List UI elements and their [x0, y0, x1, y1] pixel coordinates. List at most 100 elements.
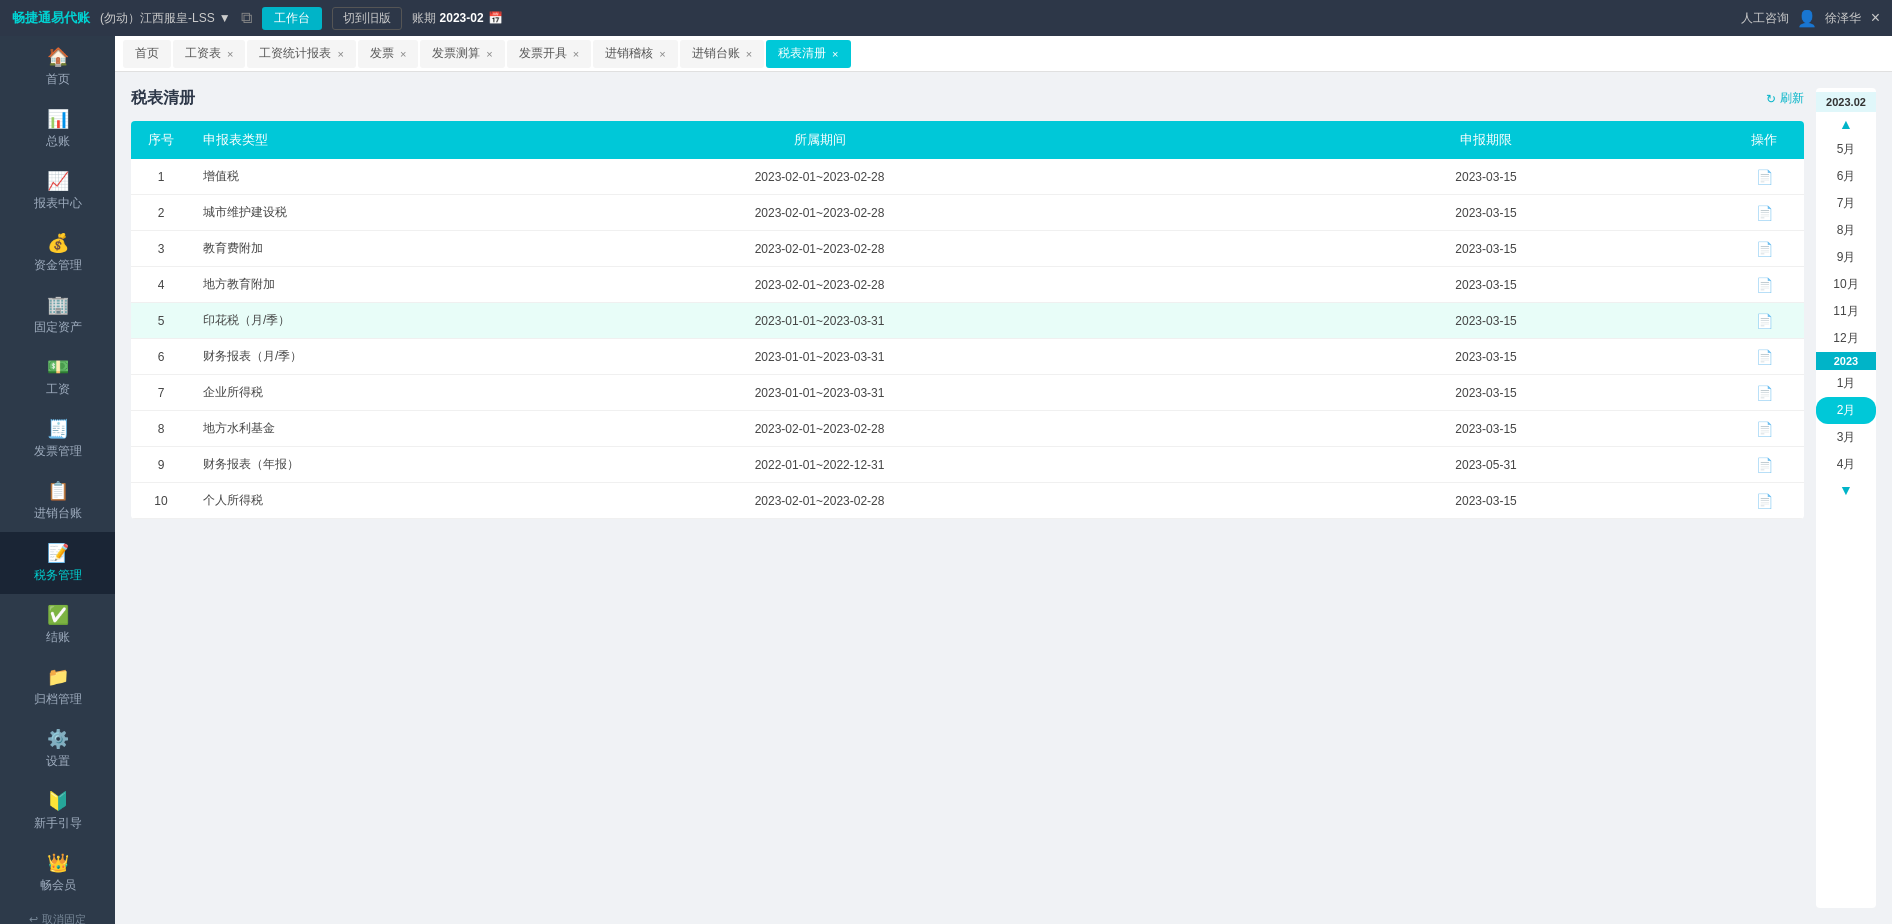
- cell-period: 2023-02-01~2023-02-28: [391, 195, 1248, 231]
- invoice-icon: 🧾: [47, 418, 69, 440]
- sidebar-item-purchase[interactable]: 📋 进销台账: [0, 470, 115, 532]
- cell-period: 2023-02-01~2023-02-28: [391, 159, 1248, 195]
- month-4[interactable]: 4月: [1816, 451, 1876, 478]
- sidebar-item-checkout[interactable]: ✅ 结账: [0, 594, 115, 656]
- cell-action[interactable]: 📄: [1724, 195, 1804, 231]
- cell-action[interactable]: 📄: [1724, 375, 1804, 411]
- sidebar-label-salary: 工资: [46, 381, 70, 398]
- sidebar-item-salary[interactable]: 💵 工资: [0, 346, 115, 408]
- workbench-button[interactable]: 工作台: [262, 7, 322, 30]
- user-avatar-icon: 👤: [1797, 9, 1817, 28]
- unpin-button[interactable]: ↩ 取消固定: [0, 904, 115, 924]
- cell-type: 个人所得税: [191, 483, 391, 519]
- cell-no: 1: [131, 159, 191, 195]
- month-8[interactable]: 8月: [1816, 217, 1876, 244]
- tab-invoice-calc[interactable]: 发票测算 ×: [420, 40, 504, 68]
- month-9[interactable]: 9月: [1816, 244, 1876, 271]
- sidebar-item-report[interactable]: 📈 报表中心: [0, 160, 115, 222]
- tab-home[interactable]: 首页: [123, 40, 171, 68]
- sidebar-item-invoice[interactable]: 🧾 发票管理: [0, 408, 115, 470]
- sidebar-label-assets: 固定资产: [34, 319, 82, 336]
- cell-type: 增值税: [191, 159, 391, 195]
- table-row: 7 企业所得税 2023-01-01~2023-03-31 2023-03-15…: [131, 375, 1804, 411]
- month-1[interactable]: 1月: [1816, 370, 1876, 397]
- sidebar-item-member[interactable]: 👑 畅会员: [0, 842, 115, 904]
- report-icon: 📈: [47, 170, 69, 192]
- date-panel-down-button[interactable]: ▼: [1816, 478, 1876, 502]
- cell-deadline: 2023-03-15: [1248, 483, 1724, 519]
- tab-invoice-close[interactable]: ×: [400, 48, 406, 60]
- month-7[interactable]: 7月: [1816, 190, 1876, 217]
- sidebar-item-ledger[interactable]: 📊 总账: [0, 98, 115, 160]
- tab-salary-stat-close[interactable]: ×: [337, 48, 343, 60]
- tab-purchase-audit-close[interactable]: ×: [659, 48, 665, 60]
- cell-period: 2023-02-01~2023-02-28: [391, 483, 1248, 519]
- cell-action[interactable]: 📄: [1724, 159, 1804, 195]
- sidebar-item-tax[interactable]: 📝 税务管理: [0, 532, 115, 594]
- tab-salary-stat[interactable]: 工资统计报表 ×: [247, 40, 355, 68]
- cell-action[interactable]: 📄: [1724, 303, 1804, 339]
- tab-invoice-open-close[interactable]: ×: [573, 48, 579, 60]
- cell-deadline: 2023-05-31: [1248, 447, 1724, 483]
- action-icon[interactable]: 📄: [1756, 421, 1773, 437]
- salary-icon: 💵: [47, 356, 69, 378]
- tab-tax-register[interactable]: 税表清册 ×: [766, 40, 850, 68]
- copy-icon: ⧉: [241, 9, 252, 27]
- cell-action[interactable]: 📄: [1724, 231, 1804, 267]
- company-selector[interactable]: (勿动）江西服皇-LSS ▼: [100, 10, 231, 27]
- capital-icon: 💰: [47, 232, 69, 254]
- sidebar-label-tax: 税务管理: [34, 567, 82, 584]
- tab-purchase-ledger[interactable]: 进销台账 ×: [680, 40, 764, 68]
- cell-no: 3: [131, 231, 191, 267]
- action-icon[interactable]: 📄: [1756, 241, 1773, 257]
- cell-action[interactable]: 📄: [1724, 447, 1804, 483]
- tab-invoice-open[interactable]: 发票开具 ×: [507, 40, 591, 68]
- date-panel-up-button[interactable]: ▲: [1816, 112, 1876, 136]
- action-icon[interactable]: 📄: [1756, 493, 1773, 509]
- tab-salary[interactable]: 工资表 ×: [173, 40, 245, 68]
- month-12[interactable]: 12月: [1816, 325, 1876, 352]
- cell-action[interactable]: 📄: [1724, 267, 1804, 303]
- month-2-active[interactable]: 2月: [1816, 397, 1876, 424]
- sidebar-item-capital[interactable]: 💰 资金管理: [0, 222, 115, 284]
- sidebar-item-home[interactable]: 🏠 首页: [0, 36, 115, 98]
- cell-type: 地方教育附加: [191, 267, 391, 303]
- tabbar: 首页 工资表 × 工资统计报表 × 发票 × 发票测算 × 发票开具 ×: [115, 36, 1892, 72]
- switch-old-button[interactable]: 切到旧版: [332, 7, 402, 30]
- col-header-type: 申报表类型: [191, 121, 391, 159]
- cell-deadline: 2023-03-15: [1248, 303, 1724, 339]
- cell-action[interactable]: 📄: [1724, 411, 1804, 447]
- tab-invoice-calc-close[interactable]: ×: [486, 48, 492, 60]
- cell-no: 5: [131, 303, 191, 339]
- sidebar-item-settings[interactable]: ⚙️ 设置: [0, 718, 115, 780]
- cell-no: 2: [131, 195, 191, 231]
- action-icon[interactable]: 📄: [1756, 169, 1773, 185]
- cell-action[interactable]: 📄: [1724, 483, 1804, 519]
- action-icon[interactable]: 📄: [1756, 277, 1773, 293]
- tab-salary-close[interactable]: ×: [227, 48, 233, 60]
- tab-purchase-ledger-close[interactable]: ×: [746, 48, 752, 60]
- month-11[interactable]: 11月: [1816, 298, 1876, 325]
- sidebar-item-assets[interactable]: 🏢 固定资产: [0, 284, 115, 346]
- sidebar-item-archive[interactable]: 📁 归档管理: [0, 656, 115, 718]
- tab-tax-register-close[interactable]: ×: [832, 48, 838, 60]
- tab-purchase-audit[interactable]: 进销稽核 ×: [593, 40, 677, 68]
- sidebar: 🏠 首页 📊 总账 📈 报表中心 💰 资金管理 🏢 固定资产 💵 工资 🧾 发票…: [0, 36, 115, 924]
- ai-consult-button[interactable]: 人工咨询: [1741, 10, 1789, 27]
- sidebar-label-ledger: 总账: [46, 133, 70, 150]
- tab-invoice[interactable]: 发票 ×: [358, 40, 418, 68]
- month-3[interactable]: 3月: [1816, 424, 1876, 451]
- sidebar-item-guide[interactable]: 🔰 新手引导: [0, 780, 115, 842]
- month-5[interactable]: 5月: [1816, 136, 1876, 163]
- month-10[interactable]: 10月: [1816, 271, 1876, 298]
- topbar-close-button[interactable]: ×: [1871, 9, 1880, 27]
- date-panel-header: 2023.02: [1816, 92, 1876, 112]
- cell-action[interactable]: 📄: [1724, 339, 1804, 375]
- action-icon[interactable]: 📄: [1756, 313, 1773, 329]
- action-icon[interactable]: 📄: [1756, 205, 1773, 221]
- action-icon[interactable]: 📄: [1756, 385, 1773, 401]
- action-icon[interactable]: 📄: [1756, 349, 1773, 365]
- month-6[interactable]: 6月: [1816, 163, 1876, 190]
- action-icon[interactable]: 📄: [1756, 457, 1773, 473]
- refresh-button[interactable]: ↻ 刷新: [1766, 90, 1804, 107]
